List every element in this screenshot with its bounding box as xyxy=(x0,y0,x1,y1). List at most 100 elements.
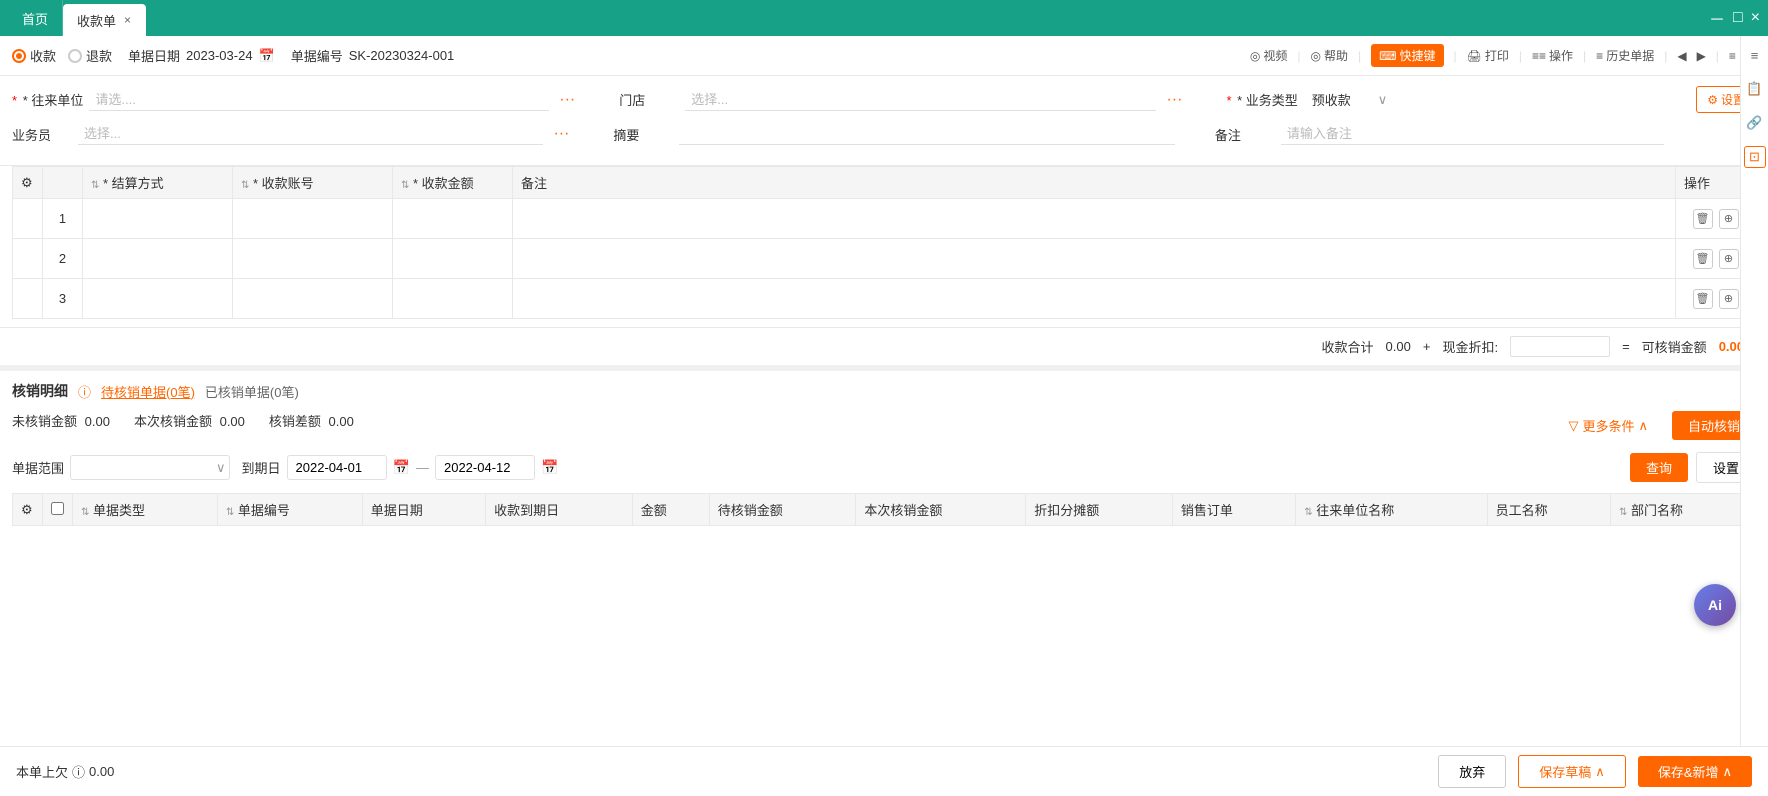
video-icon: ◎ xyxy=(1250,49,1260,63)
row1-settle[interactable] xyxy=(83,199,233,239)
row2-amount[interactable] xyxy=(393,239,513,279)
cal-end-icon[interactable]: 📅 xyxy=(541,459,558,476)
counterpart-label: * * 往来单位 xyxy=(12,90,83,109)
due-date-end-input[interactable] xyxy=(435,455,535,480)
row3-remark[interactable] xyxy=(513,279,1676,319)
table-row: 1 🗑 ⊕ xyxy=(13,199,1756,239)
gear-icon: ⚙ xyxy=(1707,93,1718,107)
verification-section: 核销明细 ⓘ 待核销单据(0笔) 已核销单据(0笔) 未核销金额 0.00 本次… xyxy=(0,365,1768,536)
store-input[interactable] xyxy=(685,89,1156,111)
save-draft-button[interactable]: 保存草稿 ∧ xyxy=(1518,755,1626,788)
sidebar-doc-icon[interactable]: 📋 xyxy=(1744,78,1766,100)
discard-button[interactable]: 放弃 xyxy=(1438,755,1506,788)
form-row-2: 业务员 ··· 摘要 备注 xyxy=(12,123,1756,145)
remark-input[interactable] xyxy=(1281,123,1664,145)
close-button[interactable]: × xyxy=(1751,9,1760,27)
help-icon: ◎ xyxy=(1311,49,1321,63)
radio-receipt[interactable]: 收款 xyxy=(12,46,56,65)
verify-tab-done[interactable]: 已核销单据(0笔) xyxy=(205,382,299,401)
row1-amount[interactable] xyxy=(393,199,513,239)
salesperson-input[interactable] xyxy=(78,123,543,145)
summary-input[interactable] xyxy=(679,123,1174,145)
due-date-start-input[interactable] xyxy=(287,455,387,480)
biz-type-dropdown-icon[interactable]: ∨ xyxy=(1378,92,1388,108)
verify-tab-pending[interactable]: 待核销单据(0笔) xyxy=(101,382,195,401)
view-list[interactable]: ≡ xyxy=(1729,49,1736,63)
operate-button[interactable]: ≡≡ 操作 xyxy=(1532,47,1573,64)
discount-input[interactable] xyxy=(1510,336,1610,357)
calendar-icon[interactable]: 📅 xyxy=(259,48,275,64)
print-button[interactable]: 🖨 打印 xyxy=(1467,47,1509,64)
total-value: 0.00 xyxy=(1386,339,1411,354)
counterpart-input[interactable] xyxy=(89,89,549,111)
tab-bar: 首页 收款单 × － □ × xyxy=(0,0,1768,36)
date-value[interactable]: 2023-03-24 xyxy=(186,48,253,63)
query-button[interactable]: 查询 xyxy=(1630,453,1688,482)
salesperson-label: 业务员 xyxy=(12,125,72,144)
v-th-pending: 待核销金额 xyxy=(709,494,856,526)
shortcut-button[interactable]: ⌨ 快捷键 xyxy=(1371,44,1443,67)
v-th-gear[interactable]: ⚙ xyxy=(13,494,43,526)
save-new-button[interactable]: 保存&新增 ∧ xyxy=(1638,756,1752,787)
store-label: 门店 xyxy=(619,90,679,109)
row2-copy-icon[interactable]: ⊕ xyxy=(1719,249,1739,269)
row3-settle[interactable] xyxy=(83,279,233,319)
row1-copy-icon[interactable]: ⊕ xyxy=(1719,209,1739,229)
data-table-wrap: ⚙ ⇅ * 结算方式 ⇅ * 收款账号 ⇅ * 收款金额 xyxy=(0,166,1768,319)
row3-account[interactable] xyxy=(233,279,393,319)
ai-label: Ai xyxy=(1708,597,1722,613)
verify-title: 核销明细 xyxy=(12,381,68,401)
row1-remark[interactable] xyxy=(513,199,1676,239)
radio-receipt-label: 收款 xyxy=(30,46,56,65)
row2-settle[interactable] xyxy=(83,239,233,279)
radio-refund[interactable]: 退款 xyxy=(68,46,112,65)
video-button[interactable]: ◎ 视频 xyxy=(1250,47,1288,64)
remark-label: 备注 xyxy=(1215,125,1275,144)
table-header-gear[interactable]: ⚙ xyxy=(13,167,43,199)
form-area: * * 往来单位 ··· 门店 ··· * * 业务类型 预收款 ∨ xyxy=(0,76,1768,166)
store-more-icon[interactable]: ··· xyxy=(1162,91,1186,109)
bottom-bar: 本单上欠 ⓘ 0.00 放弃 保存草稿 ∧ 保存&新增 ∧ xyxy=(0,746,1768,796)
form-row-1: * * 往来单位 ··· 门店 ··· * * 业务类型 预收款 ∨ xyxy=(12,86,1756,113)
print-icon: 🖨 xyxy=(1467,49,1482,63)
help-button[interactable]: ◎ 帮助 xyxy=(1311,47,1349,64)
sidebar-link-icon[interactable]: 🔗 xyxy=(1744,112,1766,134)
tab-home[interactable]: 首页 xyxy=(8,0,63,36)
row2-remark[interactable] xyxy=(513,239,1676,279)
counterpart-more-icon[interactable]: ··· xyxy=(555,91,579,109)
bottom-info-label: 本单上欠 xyxy=(16,762,68,781)
v-checkbox-all[interactable] xyxy=(51,502,64,515)
toolbar-actions: ◎ 视频 | ◎ 帮助 | ⌨ 快捷键 | 🖨 打印 | ≡≡ 操作 xyxy=(1250,44,1756,67)
sidebar-screenshot-icon[interactable]: ⊡ xyxy=(1744,146,1766,168)
tab-receipt[interactable]: 收款单 × xyxy=(63,4,146,36)
due-date-field: 到期日 📅 — 📅 xyxy=(242,455,559,480)
row2-delete-icon[interactable]: 🗑 xyxy=(1693,249,1713,269)
cal-start-icon[interactable]: 📅 xyxy=(393,459,410,476)
maximize-button[interactable]: □ xyxy=(1733,9,1743,27)
row3-copy-icon[interactable]: ⊕ xyxy=(1719,289,1739,309)
row1-account[interactable] xyxy=(233,199,393,239)
more-conditions-button[interactable]: ▽ 更多条件 ∧ xyxy=(1568,411,1648,440)
docno-label: 单据编号 xyxy=(291,46,343,65)
nav-next[interactable]: ▶ xyxy=(1697,49,1706,63)
salesperson-more-icon[interactable]: ··· xyxy=(549,125,573,143)
history-button[interactable]: ≡ 历史单据 xyxy=(1596,47,1654,64)
row3-amount[interactable] xyxy=(393,279,513,319)
row1-delete-icon[interactable]: 🗑 xyxy=(1693,209,1713,229)
stat-uncancelled: 未核销金额 0.00 xyxy=(12,411,110,440)
verify-info-icon[interactable]: ⓘ xyxy=(78,382,91,401)
row2-account[interactable] xyxy=(233,239,393,279)
minimize-button[interactable]: － xyxy=(1709,6,1725,30)
store-field: 门店 ··· xyxy=(619,89,1186,111)
nav-prev[interactable]: ◀ xyxy=(1677,49,1686,63)
sidebar-table-icon[interactable]: ≡ xyxy=(1744,44,1766,66)
doc-range-select[interactable] xyxy=(70,455,230,480)
v-th-checkbox[interactable] xyxy=(43,494,73,526)
main-content: 收款 退款 单据日期 2023-03-24 📅 单据编号 SK-20230324… xyxy=(0,36,1768,796)
ai-badge[interactable]: Ai xyxy=(1694,584,1736,626)
date-label: 单据日期 xyxy=(128,46,180,65)
window-controls: － □ × xyxy=(1709,6,1760,30)
tab-close-icon[interactable]: × xyxy=(124,13,131,27)
equals-sign: = xyxy=(1622,339,1630,354)
row3-delete-icon[interactable]: 🗑 xyxy=(1693,289,1713,309)
